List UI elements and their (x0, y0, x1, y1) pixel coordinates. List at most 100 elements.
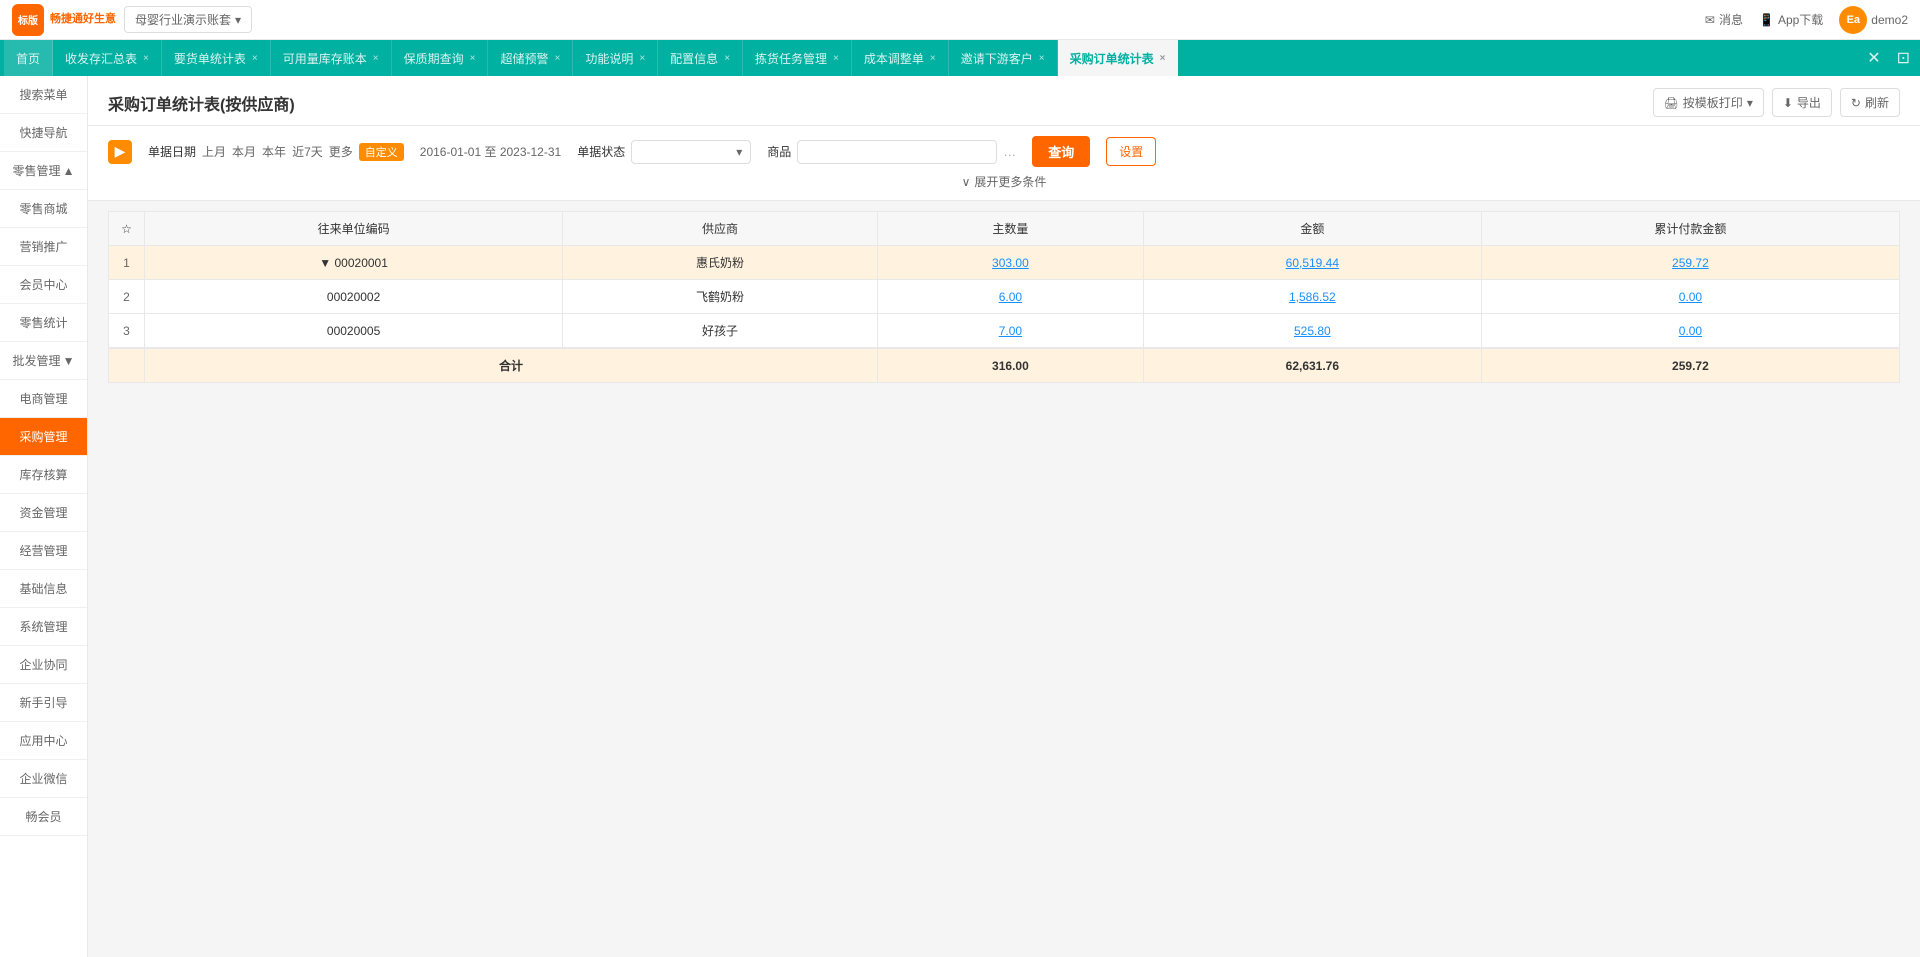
tab-jianhuorenwu[interactable]: 拣货任务管理 × (743, 40, 852, 76)
sidebar-item-wechat[interactable]: 企业微信 (0, 760, 87, 798)
cell-quantity: 7.00 (877, 314, 1143, 349)
app-download-button[interactable]: 📱 App下载 (1759, 11, 1823, 28)
expand-icon[interactable]: ▼ (319, 256, 331, 270)
tab-label: 保质期查询 (404, 50, 464, 67)
footer-empty (109, 348, 145, 383)
table-footer-row: 合计 316.00 62,631.76 259.72 (109, 348, 1900, 383)
close-icon[interactable]: × (1039, 53, 1045, 64)
tab-yaohuo[interactable]: 要货单统计表 × (162, 40, 271, 76)
nav-restore-button[interactable]: ⊡ (1891, 46, 1916, 70)
expand-more-button[interactable]: ∨ 展开更多条件 (108, 173, 1900, 190)
chevron-down-icon: ▾ (1747, 96, 1753, 110)
status-label: 单据状态 (577, 143, 625, 160)
message-icon: ✉ (1705, 13, 1715, 27)
message-button[interactable]: ✉ 消息 (1705, 11, 1743, 28)
refresh-button[interactable]: ↻ 刷新 (1840, 88, 1900, 117)
goods-input[interactable] (797, 140, 997, 164)
nav-tabs: 首页 收发存汇总表 × 要货单统计表 × 可用量库存账本 × 保质期查询 × 超… (0, 40, 1920, 76)
close-icon[interactable]: × (373, 53, 379, 64)
logo-abbr: 标版 (18, 12, 38, 27)
sidebar-item-label: 零售统计 (4, 314, 83, 331)
goods-filter: 商品 … (767, 140, 1016, 164)
sidebar-item-member2[interactable]: 畅会员 (0, 798, 87, 836)
close-icon[interactable]: × (143, 53, 149, 64)
table-row: 1 ▼ 00020001 惠氏奶粉 303.00 60,519.44 259.7… (109, 246, 1900, 280)
tab-home[interactable]: 首页 (4, 40, 53, 76)
tab-caigou-active[interactable]: 采购订单统计表 × (1058, 40, 1179, 76)
close-icon[interactable]: × (930, 53, 936, 64)
setting-button[interactable]: 设置 (1106, 137, 1156, 166)
avatar-text: Ea (1847, 14, 1860, 26)
sidebar-item-purchase[interactable]: 采购管理 (0, 418, 87, 456)
sidebar-item-retail-store[interactable]: 零售商城 (0, 190, 87, 228)
sidebar-item-enterprise[interactable]: 企业协同 (0, 646, 87, 684)
sidebar-item-retail-stats[interactable]: 零售统计 (0, 304, 87, 342)
tab-peizhi[interactable]: 配置信息 × (658, 40, 743, 76)
sidebar-item-quicknav[interactable]: 快捷导航 (0, 114, 87, 152)
tab-label: 成本调整单 (864, 50, 924, 67)
sidebar-item-label: 企业协同 (4, 656, 83, 673)
sidebar-item-ecommerce[interactable]: 电商管理 (0, 380, 87, 418)
export-button[interactable]: ⬇ 导出 (1772, 88, 1832, 117)
shortcut-7days[interactable]: 近7天 (292, 143, 323, 160)
sidebar-item-label: 基础信息 (4, 580, 83, 597)
sidebar-item-search[interactable]: 搜索菜单 (0, 76, 87, 114)
page-header: 采购订单统计表(按供应商) 🖨 按模板打印 ▾ ⬇ 导出 ↻ 刷新 (88, 76, 1920, 126)
close-icon[interactable]: × (470, 53, 476, 64)
sidebar-item-member[interactable]: 会员中心 (0, 266, 87, 304)
sidebar-item-label: 电商管理 (4, 390, 83, 407)
account-label: 母婴行业演示账套 (135, 11, 231, 28)
cell-paid: 0.00 (1481, 314, 1899, 349)
close-icon[interactable]: × (252, 53, 258, 64)
more-icon[interactable]: … (1003, 144, 1016, 159)
data-table: ☆ 往来单位编码 供应商 主数量 金额 (108, 211, 1900, 383)
sidebar-item-wholesale[interactable]: 批发管理 ▼ (0, 342, 87, 380)
custom-tag: 自定义 (359, 143, 404, 161)
close-icon[interactable]: × (1160, 53, 1166, 64)
sidebar-item-system[interactable]: 系统管理 (0, 608, 87, 646)
sidebar-item-newbie[interactable]: 新手引导 (0, 684, 87, 722)
close-icon[interactable]: × (833, 53, 839, 64)
download-icon: 📱 (1759, 13, 1774, 27)
sidebar-item-marketing[interactable]: 营销推广 (0, 228, 87, 266)
close-icon[interactable]: × (724, 53, 730, 64)
shortcut-this-month[interactable]: 本月 (232, 143, 256, 160)
page-header-actions: 🖨 按模板打印 ▾ ⬇ 导出 ↻ 刷新 (1653, 88, 1900, 117)
shortcut-more[interactable]: 更多 (329, 143, 353, 160)
export-label: 导出 (1797, 94, 1821, 111)
cell-amount: 1,586.52 (1143, 280, 1481, 314)
sidebar-item-label: 经营管理 (4, 542, 83, 559)
tab-kuyongliang[interactable]: 可用量库存账本 × (271, 40, 392, 76)
tab-chengbendiaozheng[interactable]: 成本调整单 × (852, 40, 949, 76)
tab-baozhi[interactable]: 保质期查询 × (392, 40, 489, 76)
tab-chaochuyujing[interactable]: 超储预警 × (488, 40, 573, 76)
sidebar-item-basic-info[interactable]: 基础信息 (0, 570, 87, 608)
sidebar-item-operations[interactable]: 经营管理 (0, 532, 87, 570)
close-icon[interactable]: × (639, 53, 645, 64)
cell-index: 2 (109, 280, 145, 314)
nav-close-button[interactable]: ✕ (1861, 46, 1886, 70)
table-body: 1 ▼ 00020001 惠氏奶粉 303.00 60,519.44 259.7… (109, 246, 1900, 349)
account-selector[interactable]: 母婴行业演示账套 ▾ (124, 6, 252, 33)
sidebar-item-retail-mgmt[interactable]: 零售管理 ▲ (0, 152, 87, 190)
status-select[interactable]: ▾ (631, 140, 751, 164)
message-label: 消息 (1719, 11, 1743, 28)
sidebar-item-app-center[interactable]: 应用中心 (0, 722, 87, 760)
tab-shofazun[interactable]: 收发存汇总表 × (53, 40, 162, 76)
tab-gongneng[interactable]: 功能说明 × (573, 40, 658, 76)
logo-text: 畅捷通好生意 (50, 13, 116, 26)
tab-label: 收发存汇总表 (65, 50, 137, 67)
user-profile[interactable]: Ea demo2 (1839, 6, 1908, 34)
print-button[interactable]: 🖨 按模板打印 ▾ (1653, 88, 1764, 117)
sidebar-item-finance[interactable]: 资金管理 (0, 494, 87, 532)
sidebar-item-label: 新手引导 (4, 694, 83, 711)
top-bar: 标版 畅捷通好生意 母婴行业演示账套 ▾ ✉ 消息 📱 App下载 Ea dem… (0, 0, 1920, 40)
shortcut-this-year[interactable]: 本年 (262, 143, 286, 160)
filter-toggle-button[interactable]: ▶ (108, 140, 132, 164)
query-button[interactable]: 查询 (1032, 136, 1090, 167)
close-icon[interactable]: × (554, 53, 560, 64)
sidebar-item-label: 畅会员 (4, 808, 83, 825)
sidebar-item-inventory[interactable]: 库存核算 (0, 456, 87, 494)
shortcut-last-month[interactable]: 上月 (202, 143, 226, 160)
tab-yaoqing[interactable]: 邀请下游客户 × (949, 40, 1058, 76)
